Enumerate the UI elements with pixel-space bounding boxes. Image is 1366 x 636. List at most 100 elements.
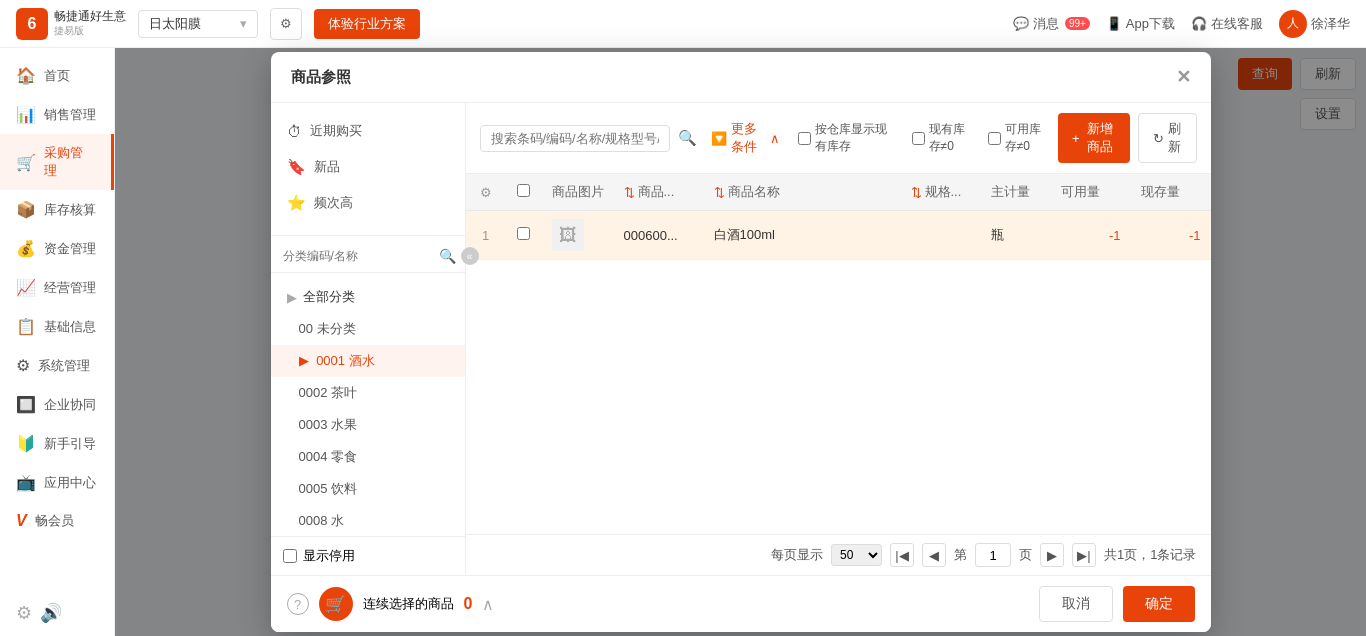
sidebar-item-enterprise[interactable]: 🔲 企业协同 — [0, 385, 114, 424]
sidebar-label-home: 首页 — [44, 67, 70, 85]
sidebar-label-purchase: 采购管理 — [44, 144, 95, 180]
search-submit-icon[interactable]: 🔍 — [678, 129, 697, 147]
trial-button[interactable]: 体验行业方案 — [314, 9, 420, 39]
prev-page-button[interactable]: ◀ — [922, 543, 946, 567]
settings-icon[interactable]: ⚙ — [16, 602, 32, 624]
sidebar-item-finance[interactable]: 💰 资金管理 — [0, 229, 114, 268]
cb-existing-stock[interactable]: 现有库存≠0 — [912, 121, 974, 155]
row-code: 000600... — [614, 211, 704, 260]
filter-icon: 🔽 — [711, 131, 727, 146]
product-search-input[interactable] — [480, 125, 670, 152]
th-product-code[interactable]: ⇅ 商品... — [614, 174, 704, 211]
last-page-button[interactable]: ▶| — [1072, 543, 1096, 567]
sidebar-label-operations: 经营管理 — [44, 279, 96, 297]
nav-high-frequency[interactable]: ⭐ 频次高 — [271, 185, 465, 221]
app-download-group[interactable]: 📱 App下载 — [1106, 15, 1175, 33]
category-search-bar: 🔍 « — [271, 240, 465, 273]
cancel-button[interactable]: 取消 — [1039, 586, 1113, 622]
th-spec[interactable]: ⇅ 规格... — [901, 174, 981, 211]
expand-cart-button[interactable]: ∧ — [482, 595, 494, 614]
add-product-button[interactable]: + 新增商品 — [1058, 113, 1130, 163]
sidebar-label-inventory: 库存核算 — [44, 201, 96, 219]
settings-col-icon: ⚙ — [480, 185, 492, 200]
select-all-checkbox[interactable] — [517, 184, 530, 197]
filter-label: 更多条件 — [731, 120, 767, 156]
nav-new-label: 新品 — [314, 158, 340, 176]
user-group[interactable]: 人 徐泽华 — [1279, 10, 1350, 38]
next-page-button[interactable]: ▶ — [1040, 543, 1064, 567]
refresh-label: 刷新 — [1168, 120, 1181, 156]
store-name: 日太阳膜 — [149, 15, 201, 33]
cart-count: 0 — [464, 595, 473, 613]
nav-new-products[interactable]: 🔖 新品 — [271, 149, 465, 185]
category-all-label: 全部分类 — [303, 288, 355, 306]
category-fruit[interactable]: 0003 水果 — [271, 409, 465, 441]
table-header: ⚙ 商品图片 — [466, 174, 1211, 211]
sidebar-item-inventory[interactable]: 📦 库存核算 — [0, 190, 114, 229]
volume-icon[interactable]: 🔊 — [40, 602, 62, 624]
row-avail: -1 — [1051, 211, 1131, 260]
refresh-button[interactable]: ↻ 刷新 — [1138, 113, 1196, 163]
category-snacks[interactable]: 0004 零食 — [271, 441, 465, 473]
cb-existing-label: 现有库存≠0 — [929, 121, 974, 155]
nav-recent-purchase[interactable]: ⏱ 近期购买 — [271, 113, 465, 149]
show-disabled-checkbox[interactable] — [283, 549, 297, 563]
product-table-container: ⚙ 商品图片 — [466, 174, 1211, 534]
page-number-input[interactable] — [975, 543, 1011, 567]
cart-icon: 🛒 — [319, 587, 353, 621]
cb-warehouse-stock[interactable]: 按仓库显示现有库存 — [798, 121, 897, 155]
sidebar-item-sales[interactable]: 📊 销售管理 — [0, 95, 114, 134]
sidebar-item-basics[interactable]: 📋 基础信息 — [0, 307, 114, 346]
avatar: 人 — [1279, 10, 1307, 38]
sidebar-bottom: ⚙ 🔊 — [0, 590, 114, 636]
sidebar-item-vip[interactable]: V 畅会员 — [0, 502, 114, 540]
category-all[interactable]: ▶ 全部分类 — [271, 281, 465, 313]
category-search-icon[interactable]: 🔍 — [439, 248, 456, 264]
divider — [271, 235, 465, 236]
store-selector[interactable]: 日太阳膜 ▾ — [138, 10, 258, 38]
collapse-panel-button[interactable]: « — [461, 247, 479, 265]
finance-icon: 💰 — [16, 239, 36, 258]
show-disabled-label: 显示停用 — [303, 547, 355, 565]
category-search-input[interactable] — [283, 249, 433, 263]
total-info: 共1页，1条记录 — [1104, 546, 1196, 564]
page-size-select[interactable]: 50 100 200 — [831, 544, 882, 566]
th-unit: 主计量 — [981, 174, 1051, 211]
sidebar-item-operations[interactable]: 📈 经营管理 — [0, 268, 114, 307]
category-beverages[interactable]: 0005 饮料 — [271, 473, 465, 505]
system-icon: ⚙ — [16, 356, 30, 375]
category-list: ▶ 全部分类 00 未分类 ▶ 0001 酒水 0002 茶 — [271, 273, 465, 536]
help-icon-button[interactable]: ? — [287, 593, 309, 615]
sidebar-item-home[interactable]: 🏠 首页 — [0, 56, 114, 95]
category-tea[interactable]: 0002 茶叶 — [271, 377, 465, 409]
filter-button[interactable]: 🔽 更多条件 ∧ — [705, 120, 787, 156]
modal-close-button[interactable]: ✕ — [1176, 66, 1191, 88]
cb-available-label: 可用库存≠0 — [1005, 121, 1050, 155]
online-service-group[interactable]: 🎧 在线客服 — [1191, 15, 1263, 33]
row-check[interactable] — [506, 211, 542, 260]
category-liquor[interactable]: ▶ 0001 酒水 — [271, 345, 465, 377]
sort-icon-code: ⇅ — [624, 185, 635, 200]
table-row[interactable]: 1 🖼 — [466, 211, 1211, 260]
th-product-name[interactable]: ⇅ 商品名称 — [704, 174, 901, 211]
app-icon: 📺 — [16, 473, 36, 492]
page-word: 第 — [954, 546, 967, 564]
main-layout: 🏠 首页 📊 销售管理 🛒 采购管理 📦 库存核算 💰 资金管理 📈 经营管理 … — [0, 48, 1366, 636]
category-water[interactable]: 0008 水 — [271, 505, 465, 536]
sidebar-item-app[interactable]: 📺 应用中心 — [0, 463, 114, 502]
confirm-button[interactable]: 确定 — [1123, 586, 1195, 622]
first-page-button[interactable]: |◀ — [890, 543, 914, 567]
sidebar-item-system[interactable]: ⚙ 系统管理 — [0, 346, 114, 385]
new-icon: 🔖 — [287, 158, 306, 176]
th-settings[interactable]: ⚙ — [466, 174, 506, 211]
operations-icon: 📈 — [16, 278, 36, 297]
category-uncategorized[interactable]: 00 未分类 — [271, 313, 465, 345]
sidebar-item-guide[interactable]: 🔰 新手引导 — [0, 424, 114, 463]
messages-group[interactable]: 💬 消息 99+ — [1013, 15, 1090, 33]
cb-available-stock[interactable]: 可用库存≠0 — [988, 121, 1050, 155]
gear-button[interactable]: ⚙ — [270, 8, 302, 40]
product-reference-modal: 商品参照 ✕ ⏱ 近期购买 🔖 新 — [271, 52, 1211, 632]
sidebar-label-sales: 销售管理 — [44, 106, 96, 124]
left-panel: ⏱ 近期购买 🔖 新品 ⭐ 频次高 — [271, 103, 466, 575]
sidebar-item-purchase[interactable]: 🛒 采购管理 — [0, 134, 114, 190]
